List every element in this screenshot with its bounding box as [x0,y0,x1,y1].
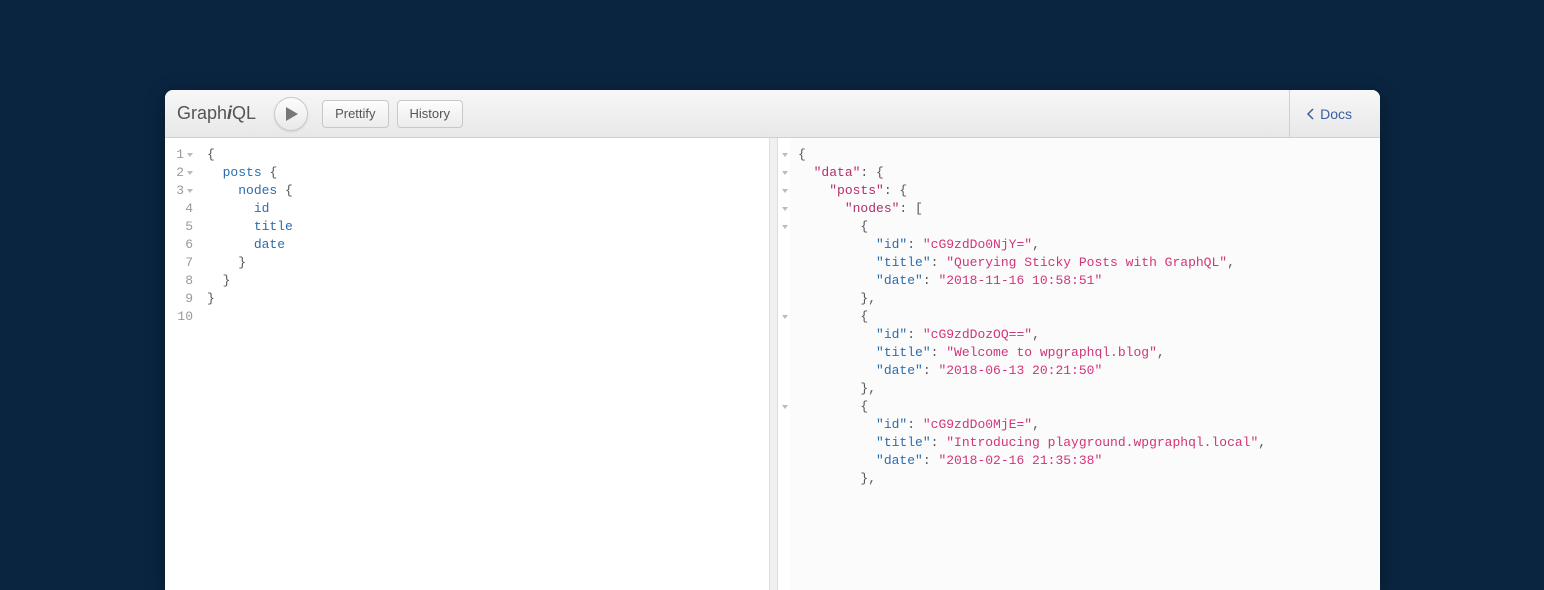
key-title: "title" [876,435,931,450]
field-posts: posts [223,165,262,180]
key-date: "date" [876,453,923,468]
field-nodes: nodes [238,183,277,198]
editor-area: 1 2 3 4 5 6 7 8 9 10 { posts { nodes { i… [165,138,1380,590]
result-gutter [778,138,790,590]
toolbar: GraphiQL Prettify History Docs [165,90,1380,138]
field-title: title [254,219,293,234]
fold-icon[interactable] [782,315,788,319]
graphiql-logo: GraphiQL [177,103,256,124]
result-viewer: { "data": { "posts": { "nodes": [ { "id"… [778,138,1380,590]
brace: } [223,273,231,288]
key-posts: "posts" [829,183,884,198]
docs-button[interactable]: Docs [1289,90,1368,138]
fold-icon[interactable] [782,225,788,229]
fold-icon[interactable] [187,189,193,193]
graphiql-window: GraphiQL Prettify History Docs 1 2 3 4 5… [165,90,1380,590]
play-icon [286,107,298,121]
val-date: "2018-06-13 20:21:50" [938,363,1102,378]
line-number: 2 [176,164,184,182]
key-nodes: "nodes" [845,201,900,216]
key-date: "date" [876,273,923,288]
line-number: 1 [176,146,184,164]
fold-icon[interactable] [187,153,193,157]
fold-icon[interactable] [782,189,788,193]
val-title: "Querying Sticky Posts with GraphQL" [946,255,1227,270]
val-date: "2018-02-16 21:35:38" [938,453,1102,468]
line-number: 10 [177,308,193,326]
key-title: "title" [876,255,931,270]
pane-resize-handle[interactable] [770,138,778,590]
fold-icon[interactable] [782,153,788,157]
line-number: 7 [185,254,193,272]
val-title: "Introducing playground.wpgraphql.local" [946,435,1258,450]
val-id: "cG9zdDo0MjE=" [923,417,1032,432]
line-number: 5 [185,218,193,236]
fold-icon[interactable] [782,405,788,409]
key-id: "id" [876,327,907,342]
result-code[interactable]: { "data": { "posts": { "nodes": [ { "id"… [790,138,1380,590]
brace: { [285,183,293,198]
fold-icon[interactable] [782,207,788,211]
fold-icon[interactable] [782,171,788,175]
line-number: 3 [176,182,184,200]
line-number: 4 [185,200,193,218]
query-code[interactable]: { posts { nodes { id title date } } } [199,138,769,590]
chevron-left-icon [1306,108,1314,120]
docs-label: Docs [1320,106,1352,122]
brace: } [238,255,246,270]
key-date: "date" [876,363,923,378]
val-title: "Welcome to wpgraphql.blog" [946,345,1157,360]
line-number: 9 [185,290,193,308]
fold-icon[interactable] [187,171,193,175]
field-date: date [254,237,285,252]
key-id: "id" [876,237,907,252]
val-date: "2018-11-16 10:58:51" [938,273,1102,288]
logo-suffix: QL [232,103,256,123]
query-gutter: 1 2 3 4 5 6 7 8 9 10 [165,138,199,590]
brace: { [269,165,277,180]
logo-prefix: Graph [177,103,227,123]
brace: { [207,147,215,162]
brace: } [207,291,215,306]
key-title: "title" [876,345,931,360]
query-editor[interactable]: 1 2 3 4 5 6 7 8 9 10 { posts { nodes { i… [165,138,770,590]
prettify-button[interactable]: Prettify [322,100,388,128]
val-id: "cG9zdDo0NjY=" [923,237,1032,252]
line-number: 6 [185,236,193,254]
field-id: id [254,201,270,216]
key-id: "id" [876,417,907,432]
key-data: "data" [814,165,861,180]
line-number: 8 [185,272,193,290]
history-button[interactable]: History [397,100,463,128]
val-id: "cG9zdDozOQ==" [923,327,1032,342]
execute-button[interactable] [274,97,308,131]
